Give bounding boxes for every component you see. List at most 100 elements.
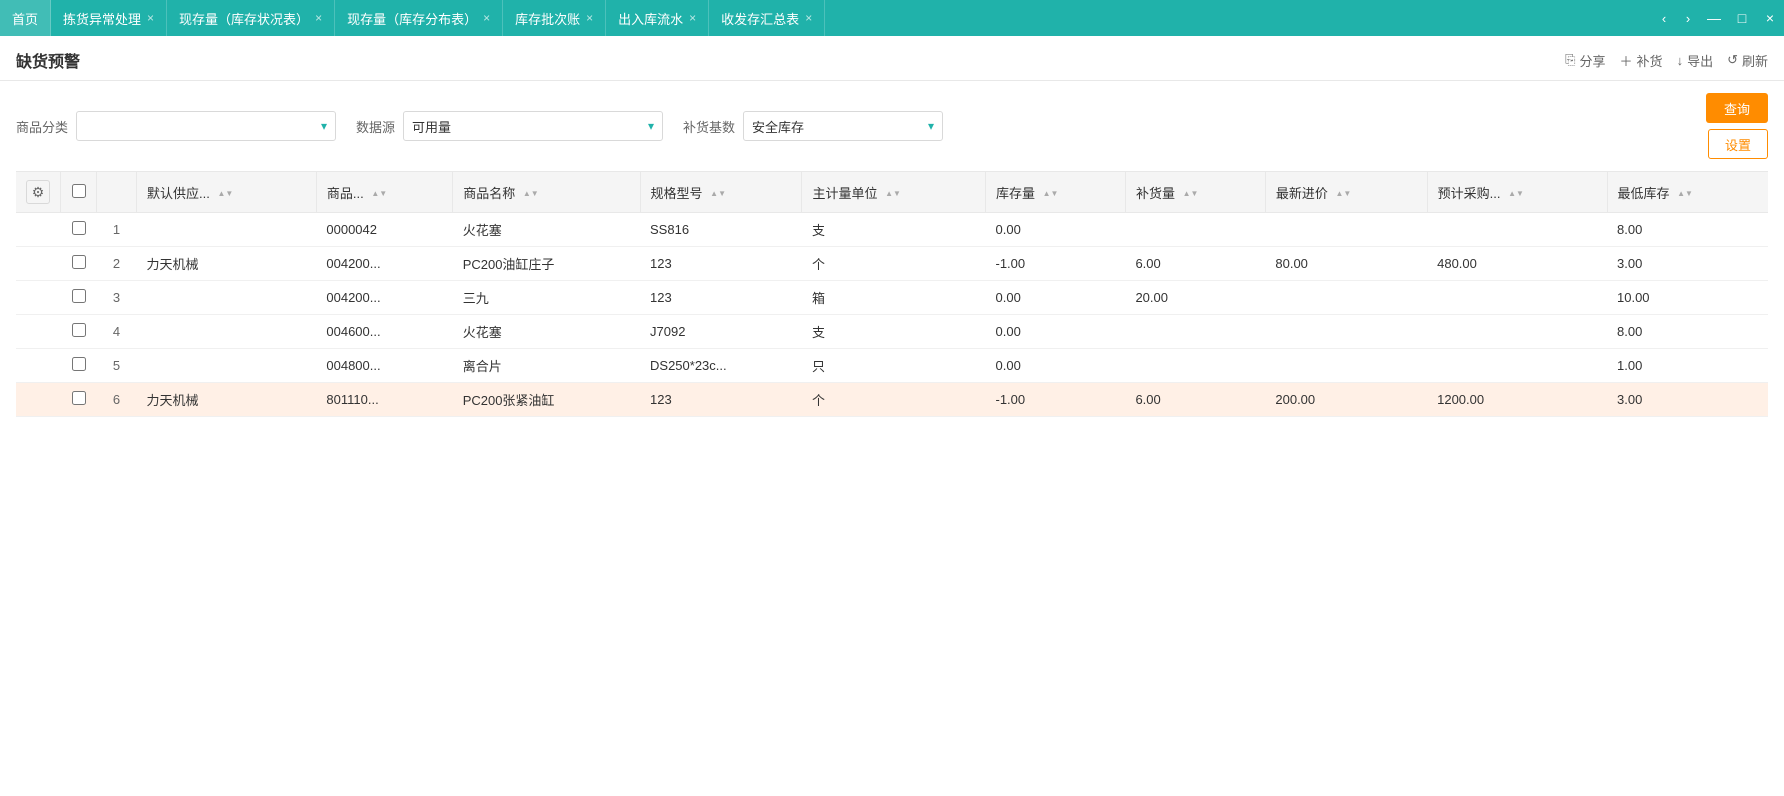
row-checkbox-3[interactable] bbox=[72, 323, 86, 337]
row-checkbox-0[interactable] bbox=[72, 221, 86, 235]
col-header-check[interactable] bbox=[61, 172, 97, 213]
row-latest-price-4 bbox=[1265, 349, 1427, 383]
row-check-1[interactable] bbox=[61, 247, 97, 281]
tab-next-btn[interactable]: › bbox=[1676, 0, 1700, 36]
row-name-3: 火花塞 bbox=[453, 315, 640, 349]
select-all-checkbox[interactable] bbox=[72, 184, 86, 198]
tab-close-btn[interactable]: × bbox=[1756, 0, 1784, 36]
col-header-name[interactable]: 商品名称 ▲▼ bbox=[453, 172, 640, 213]
category-chevron-icon: ▾ bbox=[321, 119, 327, 133]
row-check-3[interactable] bbox=[61, 315, 97, 349]
table-row: 4 004600... 火花塞 J7092 支 0.00 8.00 bbox=[16, 315, 1768, 349]
tab-prev-btn[interactable]: ‹ bbox=[1652, 0, 1676, 36]
col-header-min-stock[interactable]: 最低库存 ▲▼ bbox=[1607, 172, 1768, 213]
datasource-select[interactable]: 可用量 ▾ bbox=[403, 111, 663, 141]
tab-close-inout[interactable]: × bbox=[689, 11, 696, 25]
tab-label-batch: 库存批次账 bbox=[515, 9, 580, 28]
tab-batch[interactable]: 库存批次账 × bbox=[503, 0, 606, 36]
col-header-latest-price[interactable]: 最新进价 ▲▼ bbox=[1265, 172, 1427, 213]
replenish-icon: ＋ bbox=[1620, 51, 1633, 70]
row-checkbox-2[interactable] bbox=[72, 289, 86, 303]
row-name-1: PC200油缸庄子 bbox=[453, 247, 640, 281]
col-spec-label: 规格型号 bbox=[651, 186, 703, 201]
row-unit-0: 支 bbox=[802, 213, 986, 247]
row-spec-5: 123 bbox=[640, 383, 802, 417]
tab-stock-status[interactable]: 现存量（库存状况表） × bbox=[167, 0, 335, 36]
settings-button[interactable]: 设置 bbox=[1708, 129, 1768, 159]
category-select[interactable]: ▾ bbox=[76, 111, 336, 141]
export-label: 导出 bbox=[1687, 51, 1713, 70]
tab-close-collect[interactable]: × bbox=[805, 11, 812, 25]
tab-close-stock-status[interactable]: × bbox=[315, 11, 322, 25]
export-button[interactable]: ↓ 导出 bbox=[1677, 51, 1714, 70]
row-est-purchase-5: 1200.00 bbox=[1427, 383, 1607, 417]
replenish-label: 补货 bbox=[1637, 51, 1663, 70]
code-sort-icon: ▲▼ bbox=[371, 190, 387, 198]
row-code-3: 004600... bbox=[316, 315, 452, 349]
col-header-replenish[interactable]: 补货量 ▲▼ bbox=[1125, 172, 1265, 213]
row-checkbox-1[interactable] bbox=[72, 255, 86, 269]
tab-label-stock-status: 现存量（库存状况表） bbox=[179, 9, 309, 28]
row-supplier-0 bbox=[137, 213, 317, 247]
col-header-stock[interactable]: 库存量 ▲▼ bbox=[986, 172, 1126, 213]
col-header-est-purchase[interactable]: 预计采购... ▲▼ bbox=[1427, 172, 1607, 213]
tab-label-collect: 收发存汇总表 bbox=[721, 9, 799, 28]
row-name-5: PC200张紧油缸 bbox=[453, 383, 640, 417]
col-min-stock-label: 最低库存 bbox=[1618, 186, 1670, 201]
datasource-chevron-icon: ▾ bbox=[648, 119, 654, 133]
row-latest-price-1: 80.00 bbox=[1265, 247, 1427, 281]
row-check-2[interactable] bbox=[61, 281, 97, 315]
row-num-3: 4 bbox=[97, 315, 137, 349]
col-supplier-label: 默认供应... bbox=[147, 186, 210, 201]
row-checkbox-5[interactable] bbox=[72, 391, 86, 405]
refresh-button[interactable]: ↺ 刷新 bbox=[1727, 51, 1768, 70]
tab-close-batch[interactable]: × bbox=[586, 11, 593, 25]
col-header-code[interactable]: 商品... ▲▼ bbox=[316, 172, 452, 213]
replenish-button[interactable]: ＋ 补货 bbox=[1620, 51, 1663, 70]
row-min-stock-0: 8.00 bbox=[1607, 213, 1768, 247]
base-select[interactable]: 安全库存 ▾ bbox=[743, 111, 943, 141]
col-header-unit[interactable]: 主计量单位 ▲▼ bbox=[802, 172, 986, 213]
row-min-stock-1: 3.00 bbox=[1607, 247, 1768, 281]
tab-collect[interactable]: 收发存汇总表 × bbox=[709, 0, 825, 36]
datasource-filter-group: 数据源 可用量 ▾ bbox=[356, 111, 663, 141]
row-supplier-5: 力天机械 bbox=[137, 383, 317, 417]
col-latest-price-label: 最新进价 bbox=[1276, 186, 1328, 201]
tab-close-stock-dist[interactable]: × bbox=[483, 11, 490, 25]
row-num-0: 1 bbox=[97, 213, 137, 247]
row-est-purchase-1: 480.00 bbox=[1427, 247, 1607, 281]
row-supplier-3 bbox=[137, 315, 317, 349]
page-title: 缺货预警 bbox=[16, 48, 80, 72]
tab-home[interactable]: 首页 bbox=[0, 0, 51, 36]
filter-buttons: 查询 设置 bbox=[1706, 93, 1768, 159]
base-chevron-icon: ▾ bbox=[928, 119, 934, 133]
row-check-5[interactable] bbox=[61, 383, 97, 417]
tab-stock-dist[interactable]: 现存量（库存分布表）× bbox=[335, 0, 503, 36]
share-icon: ⎘ bbox=[1565, 52, 1575, 68]
tab-close-abnormal[interactable]: × bbox=[147, 11, 154, 25]
tab-minimize-btn[interactable]: — bbox=[1700, 0, 1728, 36]
row-check-0[interactable] bbox=[61, 213, 97, 247]
tab-abnormal[interactable]: 拣货异常处理× bbox=[51, 0, 167, 36]
table-row: 6 力天机械 801110... PC200张紧油缸 123 个 -1.00 6… bbox=[16, 383, 1768, 417]
supplier-sort-icon: ▲▼ bbox=[217, 190, 233, 198]
tab-maximize-btn[interactable]: □ bbox=[1728, 0, 1756, 36]
row-num-2: 3 bbox=[97, 281, 137, 315]
row-settings-0 bbox=[16, 213, 61, 247]
col-est-purchase-label: 预计采购... bbox=[1438, 186, 1501, 201]
tab-order-stat[interactable]: 要货单统计表× bbox=[825, 0, 826, 36]
row-latest-price-2 bbox=[1265, 281, 1427, 315]
row-checkbox-4[interactable] bbox=[72, 357, 86, 371]
row-check-4[interactable] bbox=[61, 349, 97, 383]
query-button[interactable]: 查询 bbox=[1706, 93, 1768, 123]
col-header-supplier[interactable]: 默认供应... ▲▼ bbox=[137, 172, 317, 213]
tab-inout[interactable]: 出入库流水× bbox=[606, 0, 709, 36]
table-settings-gear-icon[interactable]: ⚙ bbox=[26, 180, 50, 204]
row-settings-1 bbox=[16, 247, 61, 281]
base-filter-label: 补货基数 bbox=[683, 117, 735, 136]
share-button[interactable]: ⎘ 分享 bbox=[1565, 51, 1605, 70]
col-header-num bbox=[97, 172, 137, 213]
col-header-settings[interactable]: ⚙ bbox=[16, 172, 61, 213]
col-code-label: 商品... bbox=[327, 186, 364, 201]
col-header-spec[interactable]: 规格型号 ▲▼ bbox=[640, 172, 802, 213]
